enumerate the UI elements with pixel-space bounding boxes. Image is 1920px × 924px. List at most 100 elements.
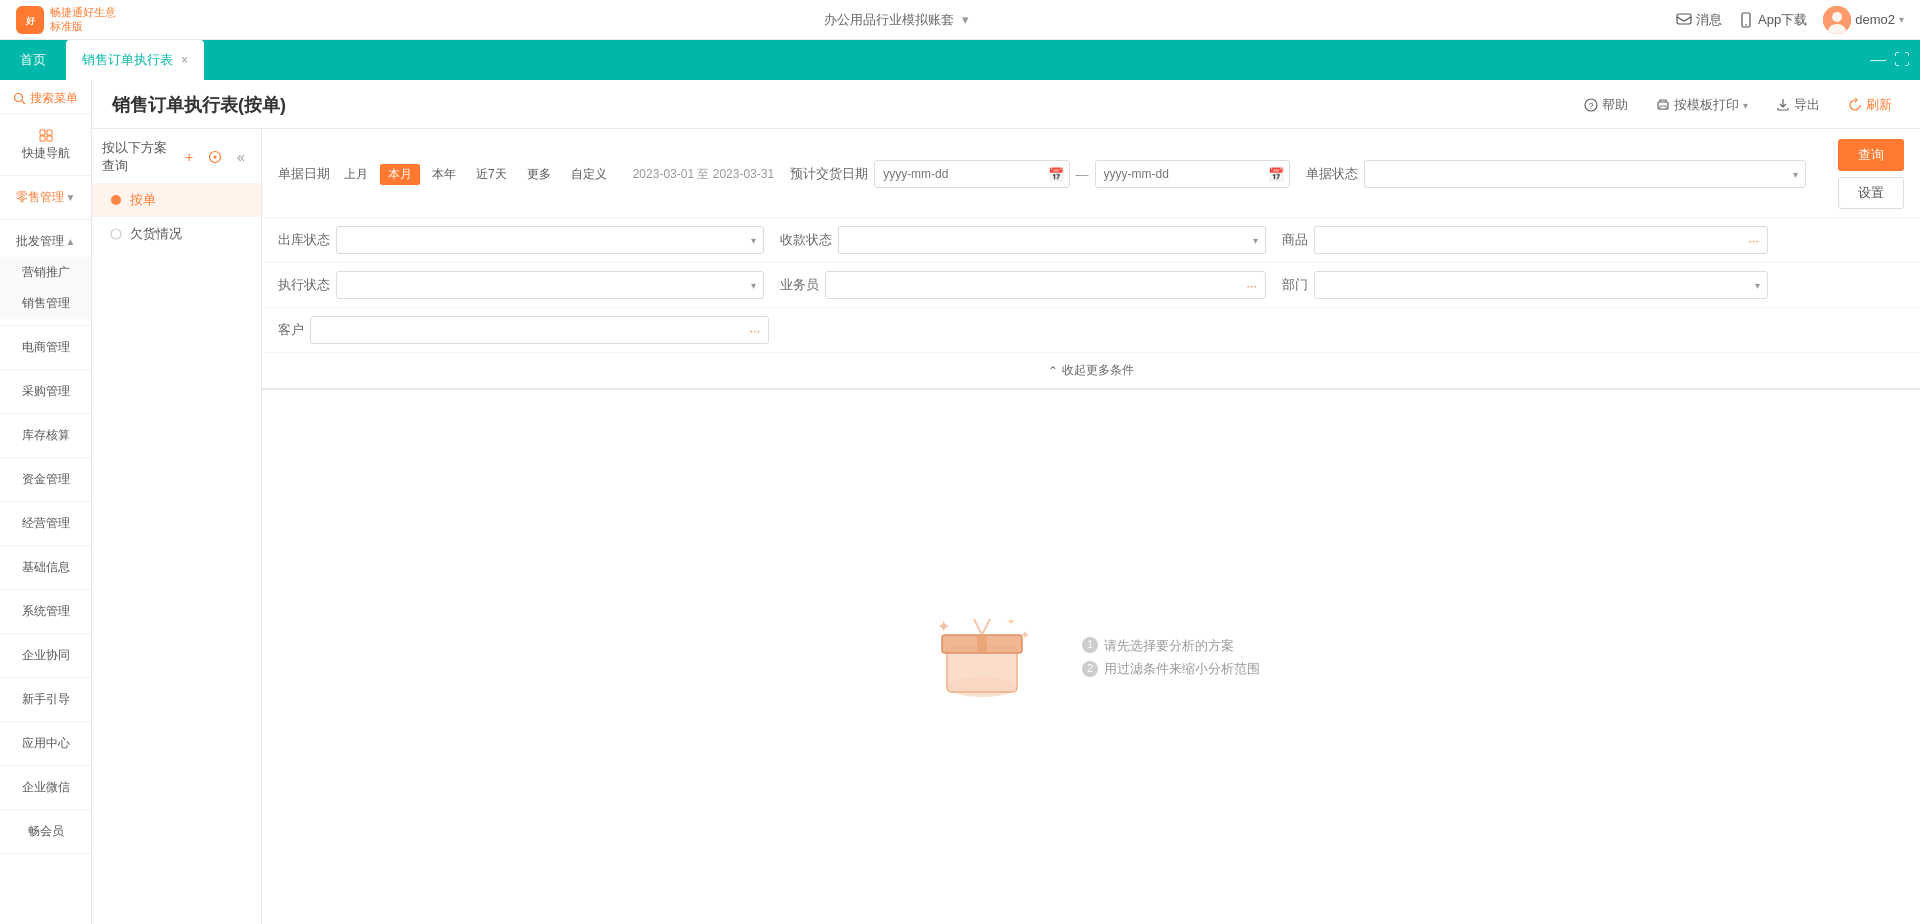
left-panel-edit-btn[interactable] [205, 147, 225, 167]
refresh-btn[interactable]: 刷新 [1840, 92, 1900, 118]
date-to-input[interactable] [1095, 160, 1290, 188]
print-dropdown-arrow[interactable]: ▾ [1743, 100, 1748, 111]
expected-date-section: 预计交货日期 📅 — 📅 [790, 160, 1290, 188]
product-input[interactable]: ··· [1314, 226, 1768, 254]
collapse-btn[interactable]: ⌃ 收起更多条件 [1036, 359, 1146, 382]
sidebar-sub-sales[interactable]: 销售管理 [0, 288, 91, 319]
execution-select[interactable] [336, 271, 764, 299]
status-select-wrapper: ▾ [1364, 160, 1806, 188]
search-icon [13, 92, 26, 105]
svg-text:✦: ✦ [937, 618, 950, 635]
sidebar-item-quick-nav[interactable]: 快捷导航 [0, 120, 91, 169]
product-label: 商品 [1282, 231, 1308, 249]
sidebar-item-wholesale[interactable]: 批发管理 ▲ [0, 226, 91, 257]
sidebar: 搜索菜单 快捷导航 零售管理 ▼ 批发管理 ▲ [0, 80, 92, 924]
svg-text:?: ? [1588, 101, 1593, 111]
date-tab-lastmonth[interactable]: 上月 [336, 164, 376, 185]
left-panel-add-btn[interactable]: + [179, 147, 199, 167]
product-more-icon[interactable]: ··· [1748, 233, 1759, 248]
sidebar-system-section: 系统管理 [0, 590, 91, 634]
wholesale-arrow: ▲ [66, 236, 76, 247]
sidebar-item-enterprise[interactable]: 企业协同 [0, 640, 91, 671]
user-avatar [1823, 6, 1851, 34]
svg-point-6 [1832, 12, 1842, 22]
sidebar-search-item[interactable]: 搜索菜单 [0, 80, 91, 114]
sidebar-item-newbie[interactable]: 新手引导 [0, 684, 91, 715]
sidebar-item-purchase[interactable]: 采购管理 [0, 376, 91, 407]
sidebar-item-ops[interactable]: 经营管理 [0, 508, 91, 539]
wholesale-sub: 营销推广 销售管理 [0, 257, 91, 319]
tab-active[interactable]: 销售订单执行表 × [66, 40, 204, 80]
sidebar-item-system[interactable]: 系统管理 [0, 596, 91, 627]
customer-input[interactable]: ··· [310, 316, 769, 344]
sidebar-item-inventory[interactable]: 库存核算 [0, 420, 91, 451]
sidebar-finance-section: 资金管理 [0, 458, 91, 502]
sidebar-item-basic[interactable]: 基础信息 [0, 552, 91, 583]
content-wrapper: 按以下方案查询 + « [92, 129, 1920, 924]
sidebar-item-retail[interactable]: 零售管理 ▼ [0, 182, 91, 213]
sidebar-item-apps[interactable]: 应用中心 [0, 728, 91, 759]
execution-label: 执行状态 [278, 276, 330, 294]
marketing-label: 营销推广 [22, 264, 70, 281]
mobile-icon [1738, 12, 1754, 28]
top-bar-left: 好 畅捷通好生意 标准版 [16, 6, 116, 34]
sidebar-item-finance[interactable]: 资金管理 [0, 464, 91, 495]
order-item-label: 按单 [130, 191, 156, 209]
date-tab-7days[interactable]: 近7天 [468, 164, 515, 185]
left-panel-item-stock[interactable]: 欠货情况 [92, 217, 261, 251]
finance-label: 资金管理 [22, 471, 70, 488]
customer-more-icon[interactable]: ··· [749, 323, 760, 338]
salesperson-input[interactable]: ··· [825, 271, 1266, 299]
main-layout: 搜索菜单 快捷导航 零售管理 ▼ 批发管理 ▲ [0, 80, 1920, 924]
order-item-icon [108, 192, 124, 208]
content-area: 销售订单执行表(按单) ? 帮助 [92, 80, 1920, 924]
tab-home[interactable]: 首页 [0, 40, 66, 80]
user-dropdown-arrow: ▾ [1899, 14, 1904, 25]
help-btn[interactable]: ? 帮助 [1576, 92, 1636, 118]
left-panel-collapse-btn[interactable]: « [231, 147, 251, 167]
tab-maximize-icon[interactable]: ⛶ [1894, 51, 1910, 69]
ecom-label: 电商管理 [22, 339, 70, 356]
filter-toolbar: 单据日期 上月 本月 本年 近7天 更多 自定义 2023-03-01 至 20… [262, 129, 1920, 390]
execution-select-wrapper: ▾ [336, 271, 764, 299]
sidebar-item-wechat[interactable]: 企业微信 [0, 772, 91, 803]
basic-label: 基础信息 [22, 559, 70, 576]
receipt-select[interactable] [838, 226, 1266, 254]
date-filter-label: 单据日期 [278, 165, 330, 183]
action-column: 查询 设置 [1838, 139, 1904, 209]
date-tab-more[interactable]: 更多 [519, 164, 559, 185]
sidebar-search-label: 搜索菜单 [30, 90, 78, 107]
user-info[interactable]: demo2 ▾ [1823, 6, 1904, 34]
empty-hint-1: 1 请先选择要分析的方案 [1082, 634, 1260, 657]
svg-line-9 [22, 101, 25, 104]
date-tab-thismonth[interactable]: 本月 [380, 164, 420, 185]
outbound-select[interactable] [336, 226, 764, 254]
enterprise-label: 企业协同 [22, 647, 70, 664]
department-select-wrapper: ▾ [1314, 271, 1768, 299]
print-btn[interactable]: 按模板打印 ▾ [1648, 92, 1756, 118]
department-select[interactable] [1314, 271, 1768, 299]
app-download-btn[interactable]: App下载 [1738, 11, 1807, 29]
company-dropdown-arrow[interactable]: ▾ [962, 12, 969, 27]
tab-minimize-icon[interactable]: — [1870, 51, 1886, 69]
stock-item-icon [108, 226, 124, 242]
main-content: 单据日期 上月 本月 本年 近7天 更多 自定义 2023-03-01 至 20… [262, 129, 1920, 924]
message-btn[interactable]: 消息 [1676, 11, 1722, 29]
date-tab-thisyear[interactable]: 本年 [424, 164, 464, 185]
tab-close-btn[interactable]: × [181, 53, 188, 67]
date-from-input[interactable] [874, 160, 1069, 188]
export-btn[interactable]: 导出 [1768, 92, 1828, 118]
query-button[interactable]: 查询 [1838, 139, 1904, 171]
sidebar-sub-marketing[interactable]: 营销推广 [0, 257, 91, 288]
sidebar-item-member[interactable]: 畅会员 [0, 816, 91, 847]
sidebar-item-ecom[interactable]: 电商管理 [0, 332, 91, 363]
date-tab-custom[interactable]: 自定义 [563, 164, 615, 185]
svg-point-15 [214, 156, 217, 159]
ops-label: 经营管理 [22, 515, 70, 532]
tab-bar: 首页 销售订单执行表 × — ⛶ [0, 40, 1920, 80]
status-select[interactable] [1364, 160, 1806, 188]
left-panel-item-order[interactable]: 按单 [92, 183, 261, 217]
member-label: 畅会员 [28, 823, 64, 840]
settings-button[interactable]: 设置 [1838, 177, 1904, 209]
salesperson-more-icon[interactable]: ··· [1246, 278, 1257, 293]
